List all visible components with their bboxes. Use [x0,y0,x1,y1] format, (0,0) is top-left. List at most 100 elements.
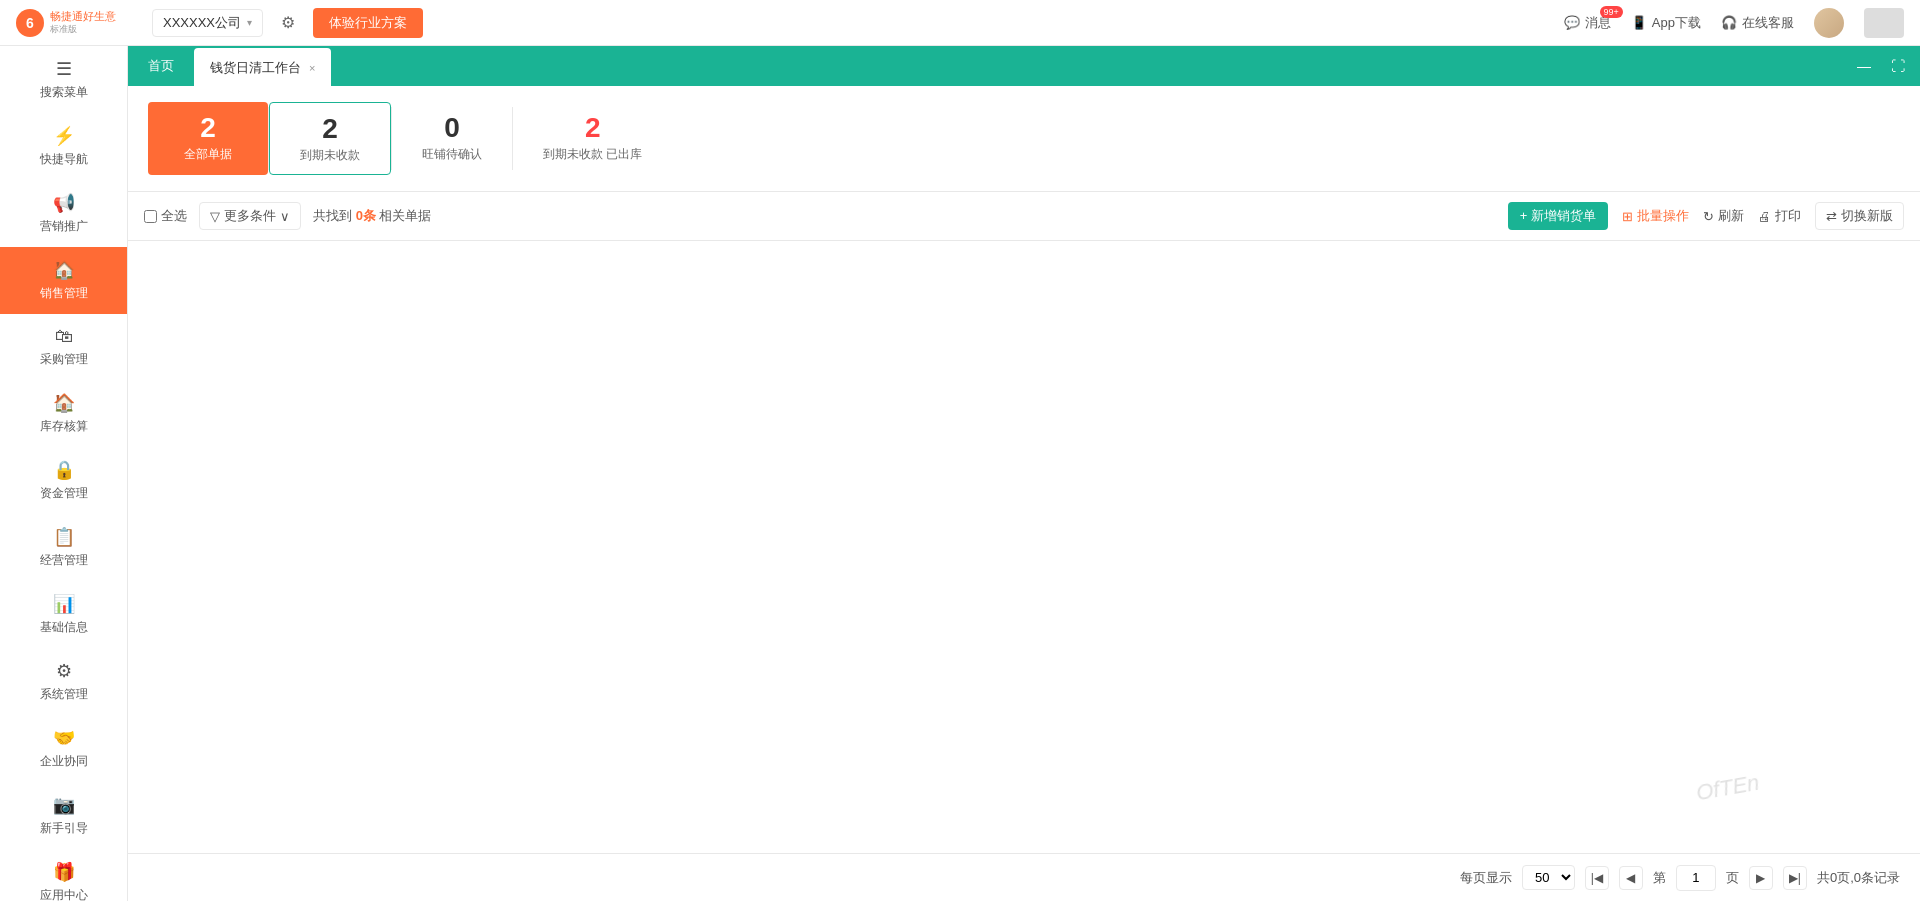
guide-icon: 📷 [53,794,75,816]
chevron-down-icon: ▾ [247,17,252,28]
message-button[interactable]: 💬 消息 99+ [1564,14,1611,32]
message-badge: 99+ [1600,6,1623,18]
tab-bar: 首页 钱货日清工作台 × — ⛶ [128,46,1920,86]
batch-operation-button[interactable]: ⊞ 批量操作 [1622,207,1689,225]
settings-icon[interactable]: ⚙ [273,8,303,38]
sidebar-item-enterprise[interactable]: 🤝 企业协同 [0,715,127,782]
sidebar-item-purchase[interactable]: 🛍 采购管理 [0,314,127,380]
filter-chevron-icon: ∨ [280,209,290,224]
tab-bar-actions: — ⛶ [1852,54,1920,78]
switch-version-button[interactable]: ⇄ 切换新版 [1815,202,1904,230]
header-right: 💬 消息 99+ 📱 App下载 🎧 在线客服 [1564,8,1904,38]
filter-button[interactable]: ▽ 更多条件 ∨ [199,202,301,230]
stat-card-all[interactable]: 2 全部单据 [148,102,268,175]
print-icon: 🖨 [1758,209,1771,224]
download-icon: 📱 [1631,15,1647,30]
tab-minimize-icon[interactable]: — [1852,54,1876,78]
operations-icon: 📋 [53,526,75,548]
sidebar-item-finance[interactable]: 🔒 资金管理 [0,447,127,514]
page-prev-button[interactable]: ◀ [1619,866,1643,890]
content-area: 首页 钱货日清工作台 × — ⛶ 2 全部单据 2 到期未收款 [128,46,1920,901]
pagination: 每页显示 50 |◀ ◀ 第 1 页 ▶ ▶| 共0页,0条记录 [128,853,1920,901]
sidebar-item-system[interactable]: ⚙ 系统管理 [0,648,127,715]
service-icon: 🎧 [1721,15,1737,30]
tab-home[interactable]: 首页 [128,46,194,86]
table-area [128,241,1920,853]
stat-card-shipped[interactable]: 2 到期未收款 已出库 [513,102,672,175]
user-menu[interactable] [1864,8,1904,38]
sales-icon: 🏠 [53,259,75,281]
inventory-icon: 🏠 [53,392,75,414]
switch-icon: ⇄ [1826,209,1837,224]
page-label: 第 [1653,869,1666,887]
company-selector[interactable]: XXXXXX公司 ▾ [152,9,263,37]
refresh-button[interactable]: ↻ 刷新 [1703,207,1744,225]
message-icon: 💬 [1564,15,1580,30]
finance-icon: 🔒 [53,459,75,481]
tab-qhrqzt[interactable]: 钱货日清工作台 × [194,48,331,88]
tab-maximize-icon[interactable]: ⛶ [1886,54,1910,78]
per-page-label: 每页显示 [1460,869,1512,887]
company-name: XXXXXX公司 [163,14,241,32]
per-page-select[interactable]: 50 [1522,865,1575,890]
enterprise-icon: 🤝 [53,727,75,749]
batch-icon: ⊞ [1622,209,1633,224]
sidebar-item-sales[interactable]: 🏠 销售管理 [0,247,127,314]
appstore-icon: 🎁 [53,861,75,883]
sidebar-item-guide[interactable]: 📷 新手引导 [0,782,127,849]
app-name: 畅捷通好生意 [50,9,116,23]
stat-num-pending: 0 [422,112,482,144]
sidebar-item-quicknav[interactable]: ⚡ 快捷导航 [0,113,127,180]
quicknav-icon: ⚡ [53,125,75,147]
logo-area: 6 畅捷通好生意 标准版 [16,9,144,37]
stat-label-pending: 旺铺待确认 [422,146,482,163]
stat-label-all: 全部单据 [178,146,238,163]
sidebar-item-inventory[interactable]: 🏠 库存核算 [0,380,127,447]
stat-num-shipped: 2 [543,112,642,144]
new-sales-order-button[interactable]: + 新增销货单 [1508,202,1608,230]
sidebar-item-marketing[interactable]: 📢 营销推广 [0,180,127,247]
page-label-end: 页 [1726,869,1739,887]
basic-info-icon: 📊 [53,593,75,615]
result-count: 共找到 0条 相关单据 [313,207,431,225]
sidebar: ☰ 搜索菜单 ⚡ 快捷导航 📢 营销推广 🏠 销售管理 🛍 采购管理 🏠 库存核… [0,46,128,901]
select-all-checkbox[interactable]: 全选 [144,207,187,225]
page-next-button[interactable]: ▶ [1749,866,1773,890]
sidebar-item-operations[interactable]: 📋 经营管理 [0,514,127,581]
tab-close-icon[interactable]: × [309,62,315,74]
stat-card-pending[interactable]: 0 旺铺待确认 [392,102,512,175]
stat-card-overdue[interactable]: 2 到期未收款 [269,102,391,175]
sidebar-item-appstore[interactable]: 🎁 应用中心 [0,849,127,901]
total-info: 共0页,0条记录 [1817,869,1900,887]
avatar[interactable] [1814,8,1844,38]
purchase-icon: 🛍 [55,326,73,347]
stat-num-overdue: 2 [300,113,360,145]
search-menu-icon: ☰ [56,58,72,80]
sidebar-item-basic-info[interactable]: 📊 基础信息 [0,581,127,648]
count-num: 0条 [356,208,376,223]
toolbar: 全选 ▽ 更多条件 ∨ 共找到 0条 相关单据 + 新增销货单 ⊞ 批量操作 [128,192,1920,241]
trial-button[interactable]: 体验行业方案 [313,8,423,38]
checkbox-input[interactable] [144,210,157,223]
print-button[interactable]: 🖨 打印 [1758,207,1801,225]
stat-label-shipped: 到期未收款 已出库 [543,146,642,163]
page-content: 2 全部单据 2 到期未收款 0 旺铺待确认 2 到期未收款 已出库 [128,86,1920,901]
stat-label-overdue: 到期未收款 [300,147,360,164]
logo-icon: 6 [16,9,44,37]
marketing-icon: 📢 [53,192,75,214]
main-layout: ☰ 搜索菜单 ⚡ 快捷导航 📢 营销推广 🏠 销售管理 🛍 采购管理 🏠 库存核… [0,46,1920,901]
page-number-input[interactable]: 1 [1676,865,1716,891]
page-first-button[interactable]: |◀ [1585,866,1609,890]
refresh-icon: ↻ [1703,209,1714,224]
app-version: 标准版 [50,23,116,36]
sidebar-item-search[interactable]: ☰ 搜索菜单 [0,46,127,113]
stats-bar: 2 全部单据 2 到期未收款 0 旺铺待确认 2 到期未收款 已出库 [128,86,1920,192]
top-header: 6 畅捷通好生意 标准版 XXXXXX公司 ▾ ⚙ 体验行业方案 💬 消息 99… [0,0,1920,46]
online-service-button[interactable]: 🎧 在线客服 [1721,14,1794,32]
filter-icon: ▽ [210,209,220,224]
toolbar-right: + 新增销货单 ⊞ 批量操作 ↻ 刷新 🖨 打印 ⇄ [1508,202,1904,230]
app-download-button[interactable]: 📱 App下载 [1631,14,1701,32]
stat-num-all: 2 [178,112,238,144]
system-icon: ⚙ [56,660,72,682]
page-last-button[interactable]: ▶| [1783,866,1807,890]
